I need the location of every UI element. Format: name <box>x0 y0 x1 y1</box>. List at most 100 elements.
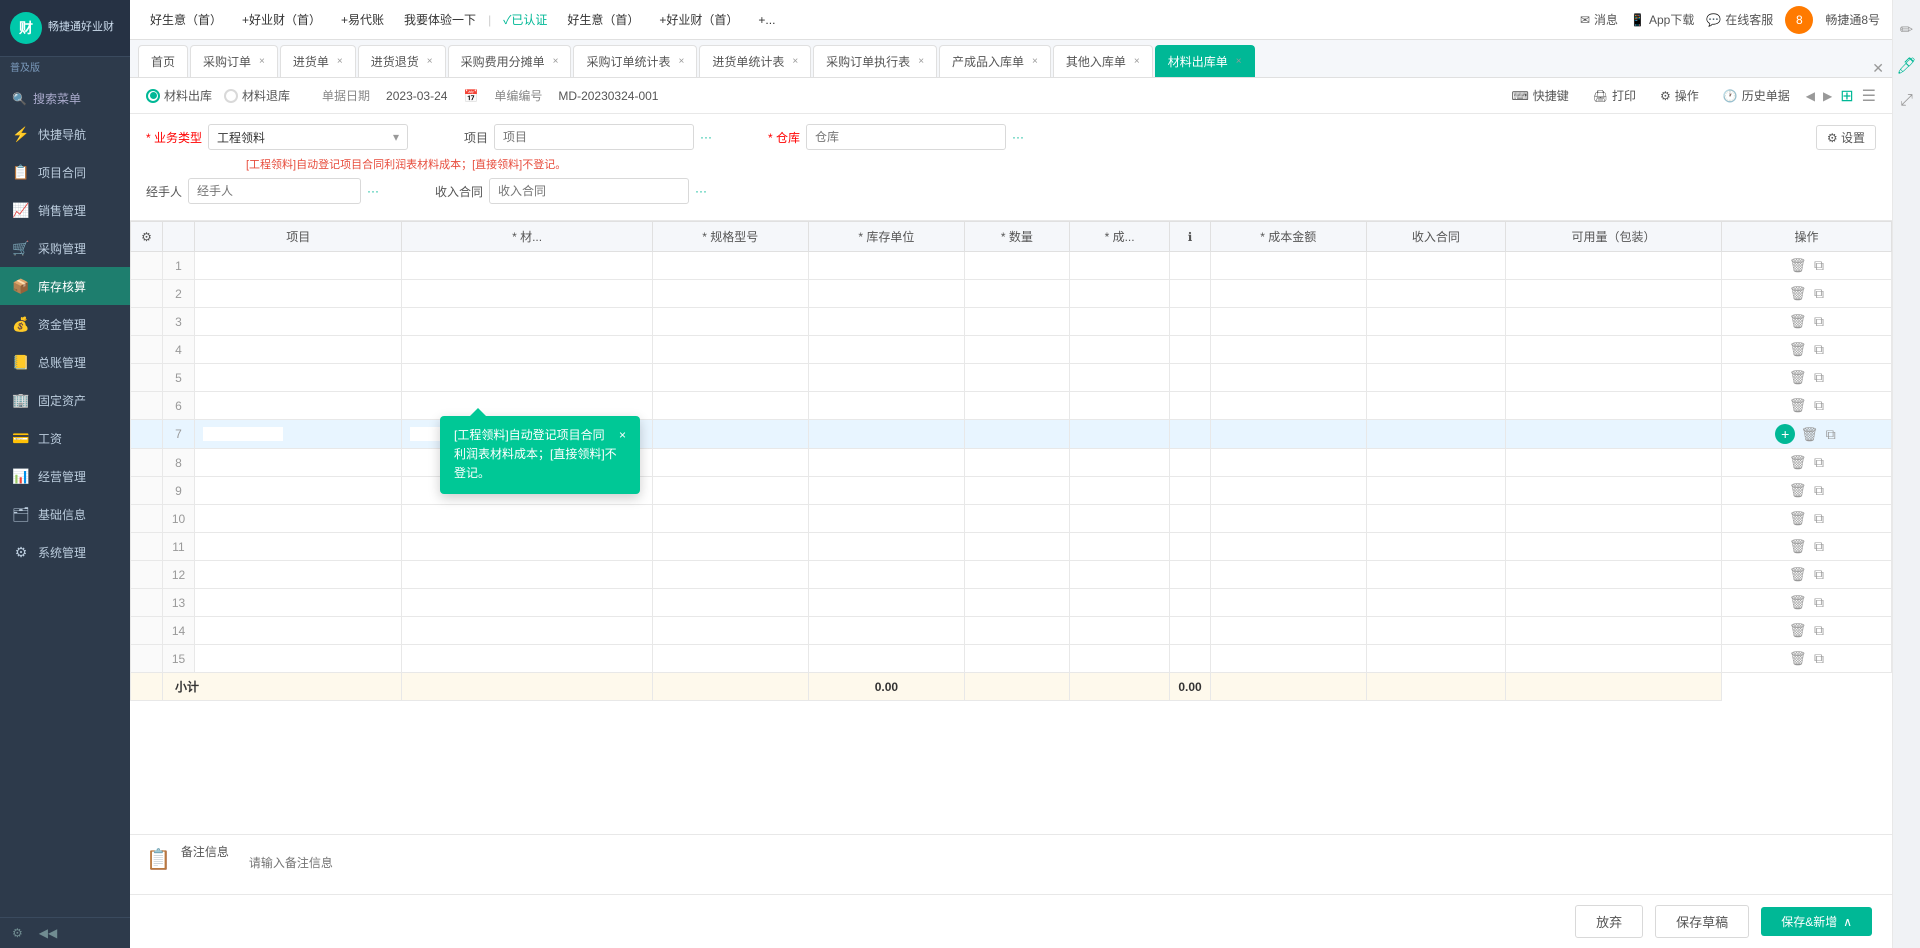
row-delete-7[interactable]: 🗑 <box>1801 426 1819 443</box>
row-delete-8[interactable]: 🗑 <box>1789 454 1807 471</box>
tab-close-4[interactable]: × <box>553 56 559 67</box>
row-delete-4[interactable]: 🗑 <box>1789 341 1807 358</box>
username-label[interactable]: 畅捷通8号 <box>1825 11 1880 28</box>
topbar-item-1[interactable]: +好业财（首） <box>234 7 329 32</box>
sidebar-item-assets[interactable]: 🏢固定资产 <box>0 381 130 419</box>
row-delete-11[interactable]: 🗑 <box>1789 538 1807 555</box>
topbar-item-0[interactable]: 好生意（首） <box>142 7 230 32</box>
search-menu[interactable]: 🔍 搜索菜单 <box>0 82 130 115</box>
tab-close-7[interactable]: × <box>918 56 924 67</box>
nav-prev-icon[interactable]: ◀ <box>1806 89 1815 103</box>
tab-9[interactable]: 其他入库单× <box>1053 45 1153 77</box>
topbar-item-2[interactable]: +易代账 <box>333 7 392 32</box>
income-contract-more-icon[interactable]: ··· <box>695 184 707 198</box>
row-copy-4[interactable]: ⧉ <box>1814 341 1824 358</box>
row-delete-6[interactable]: 🗑 <box>1789 397 1807 414</box>
biz-type-select[interactable]: 工程领料 ▾ <box>208 124 408 150</box>
tab-2[interactable]: 进货单× <box>280 45 356 77</box>
sidebar-item-accounting[interactable]: 📒总账管理 <box>0 343 130 381</box>
view-list-icon[interactable]: ☰ <box>1862 86 1876 106</box>
right-tool-expand[interactable]: ⤢ <box>1900 92 1913 110</box>
sidebar-item-inventory[interactable]: 📦库存核算 <box>0 267 130 305</box>
tab-close-9[interactable]: × <box>1134 56 1140 67</box>
row-delete-1[interactable]: 🗑 <box>1789 257 1807 274</box>
sidebar-item-ops[interactable]: 📊经营管理 <box>0 457 130 495</box>
sidebar-item-salary[interactable]: 💳工资 <box>0 419 130 457</box>
row-copy-5[interactable]: ⧉ <box>1814 369 1824 386</box>
sidebar-item-purchase[interactable]: 🛒采购管理 <box>0 229 130 267</box>
row-project-7[interactable] <box>195 420 402 449</box>
row-delete-13[interactable]: 🗑 <box>1789 594 1807 611</box>
tab-close-10[interactable]: × <box>1236 56 1242 67</box>
tab-4[interactable]: 采购费用分摊单× <box>448 45 572 77</box>
tab-5[interactable]: 采购订单统计表× <box>573 45 697 77</box>
tab-1[interactable]: 采购订单× <box>190 45 278 77</box>
project-input[interactable] <box>494 124 694 150</box>
shortcut-btn[interactable]: ⌨ 快捷键 <box>1503 84 1576 107</box>
row-copy-10[interactable]: ⧉ <box>1814 510 1824 527</box>
topbar-item-4[interactable]: ✓已认证 <box>495 7 555 32</box>
row-copy-15[interactable]: ⧉ <box>1814 650 1824 667</box>
agent-input[interactable] <box>188 178 361 204</box>
tab-close-2[interactable]: × <box>337 56 343 67</box>
sidebar-item-project[interactable]: 📋项目合同 <box>0 153 130 191</box>
nav-next-icon[interactable]: ▶ <box>1823 89 1832 103</box>
sidebar-item-basic[interactable]: 🗂基础信息 <box>0 495 130 533</box>
view-table-icon[interactable]: ⊞ <box>1840 86 1853 106</box>
row-delete-14[interactable]: 🗑 <box>1789 622 1807 639</box>
tab-close-1[interactable]: × <box>259 56 265 67</box>
row-delete-15[interactable]: 🗑 <box>1789 650 1807 667</box>
tab-6[interactable]: 进货单统计表× <box>699 45 811 77</box>
notes-input[interactable] <box>249 843 1876 883</box>
row-copy-12[interactable]: ⧉ <box>1814 566 1824 583</box>
tabs-close-all[interactable]: ✕ <box>1872 60 1884 77</box>
settings-button[interactable]: ⚙ 设置 <box>1816 125 1876 150</box>
right-tool-edit[interactable]: ✏ <box>1900 20 1913 40</box>
tab-close-5[interactable]: × <box>678 56 684 67</box>
topbar-item-5[interactable]: 好生意（首） <box>559 7 647 32</box>
tab-7[interactable]: 采购订单执行表× <box>813 45 937 77</box>
row-copy-11[interactable]: ⧉ <box>1814 538 1824 555</box>
user-avatar[interactable]: 8 <box>1785 6 1813 34</box>
tab-3[interactable]: 进货退货× <box>358 45 446 77</box>
row-delete-5[interactable]: 🗑 <box>1789 369 1807 386</box>
project-cell-input[interactable] <box>203 427 283 441</box>
topbar-item-7[interactable]: +... <box>750 9 783 31</box>
print-btn[interactable]: 🖨 打印 <box>1585 84 1644 107</box>
row-copy-14[interactable]: ⧉ <box>1814 622 1824 639</box>
save-draft-button[interactable]: 保存草稿 <box>1655 905 1749 938</box>
settings-bottom-icon[interactable]: ⚙ <box>12 926 23 940</box>
row-delete-10[interactable]: 🗑 <box>1789 510 1807 527</box>
warehouse-more-icon[interactable]: ··· <box>1012 130 1024 144</box>
radio-material-out[interactable]: 材料出库 <box>146 87 212 104</box>
online-service-btn[interactable]: 💬 在线客服 <box>1706 11 1773 28</box>
app-download-btn[interactable]: 📱 App下载 <box>1630 11 1694 28</box>
sidebar-item-system[interactable]: ⚙系统管理 <box>0 533 130 571</box>
sidebar-item-sales[interactable]: 📈销售管理 <box>0 191 130 229</box>
income-contract-input[interactable] <box>489 178 689 204</box>
sidebar-item-finance[interactable]: 💰资金管理 <box>0 305 130 343</box>
row-copy-1[interactable]: ⧉ <box>1814 257 1824 274</box>
topbar-item-3[interactable]: 我要体验一下 <box>396 7 484 32</box>
row-copy-3[interactable]: ⧉ <box>1814 313 1824 330</box>
radio-material-return[interactable]: 材料退库 <box>224 87 290 104</box>
save-new-button[interactable]: 保存&新增 ∧ <box>1761 907 1872 936</box>
tab-close-3[interactable]: × <box>427 56 433 67</box>
discard-button[interactable]: 放弃 <box>1575 905 1643 938</box>
tab-0[interactable]: 首页 <box>138 45 188 77</box>
sidebar-item-shortcut[interactable]: ⚡快捷导航 <box>0 115 130 153</box>
messages-btn[interactable]: ✉ 消息 <box>1580 11 1618 28</box>
history-btn[interactable]: 🕐 历史单据 <box>1715 84 1798 107</box>
row-copy-6[interactable]: ⧉ <box>1814 397 1824 414</box>
operations-btn[interactable]: ⚙ 操作 <box>1652 84 1707 107</box>
row-copy-13[interactable]: ⧉ <box>1814 594 1824 611</box>
table-wrapper[interactable]: ⚙ 项目 * 材... * 规格型号 * 库存单位 * 数量 * 成... ℹ … <box>130 221 1892 834</box>
collapse-icon[interactable]: ◀◀ <box>39 926 57 940</box>
row-copy-2[interactable]: ⧉ <box>1814 285 1824 302</box>
tab-close-6[interactable]: × <box>792 56 798 67</box>
calendar-icon[interactable]: 📅 <box>463 89 478 103</box>
tab-8[interactable]: 产成品入库单× <box>939 45 1051 77</box>
warehouse-input[interactable] <box>806 124 1006 150</box>
agent-more-icon[interactable]: ··· <box>367 184 379 198</box>
row-delete-2[interactable]: 🗑 <box>1789 285 1807 302</box>
